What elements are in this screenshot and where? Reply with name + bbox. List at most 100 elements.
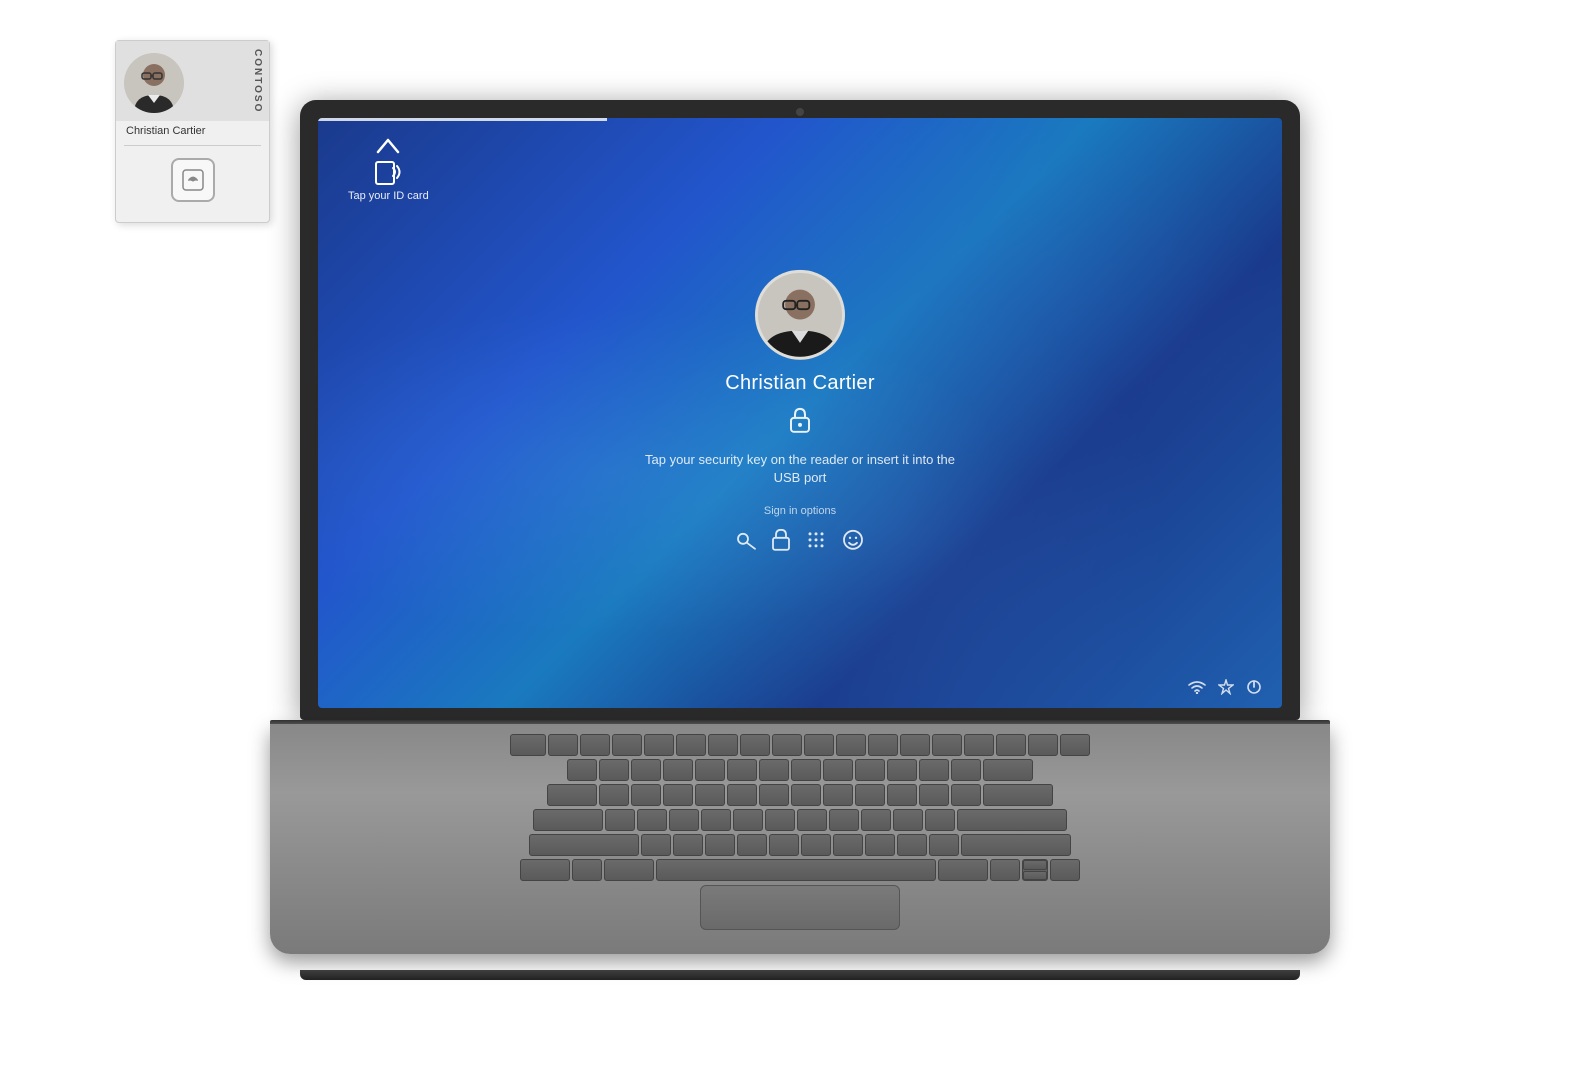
- pin-signin-icon[interactable]: [806, 530, 826, 555]
- keyboard-area: [312, 732, 1287, 881]
- id-card-username: Christian Cartier: [116, 125, 269, 137]
- tap-icon-box: [171, 158, 215, 202]
- key-shift-r: [961, 834, 1071, 856]
- key-row-numbers: [312, 759, 1287, 781]
- progress-bar: [318, 118, 607, 121]
- key-h: [765, 809, 795, 831]
- wifi-tray-icon: [1188, 680, 1206, 697]
- id-card-header: CONTOSO: [116, 41, 269, 121]
- key-y: [759, 784, 789, 806]
- key-end: [996, 734, 1026, 756]
- key-f2: [580, 734, 610, 756]
- key-arrows-ud: [1022, 859, 1048, 881]
- key-2: [631, 759, 661, 781]
- key-semicolon: [893, 809, 923, 831]
- key-f7: [740, 734, 770, 756]
- key-row-qwerty: [312, 784, 1287, 806]
- key-6: [759, 759, 789, 781]
- tap-card-area: Tap your ID card: [348, 138, 429, 202]
- key-u: [791, 784, 821, 806]
- key-arrow-left: [990, 859, 1020, 881]
- key-alt-l: [604, 859, 654, 881]
- key-o: [855, 784, 885, 806]
- key-f12: [900, 734, 930, 756]
- key-c: [705, 834, 735, 856]
- key-space: [656, 859, 936, 881]
- nfc-icon: [180, 167, 206, 193]
- key-k: [829, 809, 859, 831]
- key-pgdn: [1060, 734, 1090, 756]
- key-f10: [836, 734, 866, 756]
- key-8: [823, 759, 853, 781]
- touchpad[interactable]: [700, 885, 900, 930]
- key-n: [801, 834, 831, 856]
- camera-dot: [796, 108, 804, 116]
- key-slash: [929, 834, 959, 856]
- key-equals: [951, 759, 981, 781]
- key-minus: [919, 759, 949, 781]
- key-f1: [548, 734, 578, 756]
- key-l: [861, 809, 891, 831]
- key-enter2: [957, 809, 1067, 831]
- key-7: [791, 759, 821, 781]
- key-j: [797, 809, 827, 831]
- key-g: [733, 809, 763, 831]
- lock-signin-icon[interactable]: [772, 529, 790, 556]
- key-3: [663, 759, 693, 781]
- key-f3: [612, 734, 642, 756]
- key-p: [887, 784, 917, 806]
- key-period: [897, 834, 927, 856]
- key-f: [701, 809, 731, 831]
- key-enter: [983, 784, 1053, 806]
- key-del: [932, 734, 962, 756]
- key-row-bottom: [312, 859, 1287, 881]
- key-home: [964, 734, 994, 756]
- keyboard-deck: [270, 724, 1330, 954]
- screen-username: Christian Cartier: [725, 372, 875, 395]
- key-0: [887, 759, 917, 781]
- key-shift-l: [529, 834, 639, 856]
- key-esc: [510, 734, 546, 756]
- company-label: CONTOSO: [252, 49, 263, 113]
- key-q: [599, 784, 629, 806]
- key-a: [605, 809, 635, 831]
- key-row-zxcv: [312, 834, 1287, 856]
- screen-instruction: Tap your security key on the reader or i…: [630, 451, 970, 487]
- key-v: [737, 834, 767, 856]
- laptop-screen: Tap your ID card: [318, 118, 1282, 708]
- lock-svg: [789, 407, 811, 433]
- system-tray: [1188, 679, 1262, 698]
- key-row-asdf: [312, 809, 1287, 831]
- key-quote: [925, 809, 955, 831]
- key-alt-r: [938, 859, 988, 881]
- tap-card-icon: [374, 158, 402, 186]
- card-divider: [124, 145, 262, 146]
- screen-center-content: Christian Cartier Tap your security key …: [630, 270, 970, 556]
- key-s: [637, 809, 667, 831]
- key-f11: [868, 734, 898, 756]
- key-rbracket: [951, 784, 981, 806]
- key-z: [641, 834, 671, 856]
- key-m: [833, 834, 863, 856]
- key-signin-icon[interactable]: [736, 530, 756, 555]
- key-f5: [676, 734, 706, 756]
- key-f6: [708, 734, 738, 756]
- face-signin-icon[interactable]: [842, 529, 864, 556]
- key-fn: [572, 859, 602, 881]
- key-e: [663, 784, 693, 806]
- key-ctrl-l: [520, 859, 570, 881]
- key-1: [599, 759, 629, 781]
- chevron-up-icon: [376, 138, 400, 154]
- key-pgup: [1028, 734, 1058, 756]
- key-5: [727, 759, 757, 781]
- key-r: [695, 784, 725, 806]
- key-f4: [644, 734, 674, 756]
- key-t: [727, 784, 757, 806]
- key-4: [695, 759, 725, 781]
- key-b: [769, 834, 799, 856]
- key-backspace: [983, 759, 1033, 781]
- key-lbracket: [919, 784, 949, 806]
- key-i: [823, 784, 853, 806]
- key-row-fn: [312, 734, 1287, 756]
- key-arrow-right: [1050, 859, 1080, 881]
